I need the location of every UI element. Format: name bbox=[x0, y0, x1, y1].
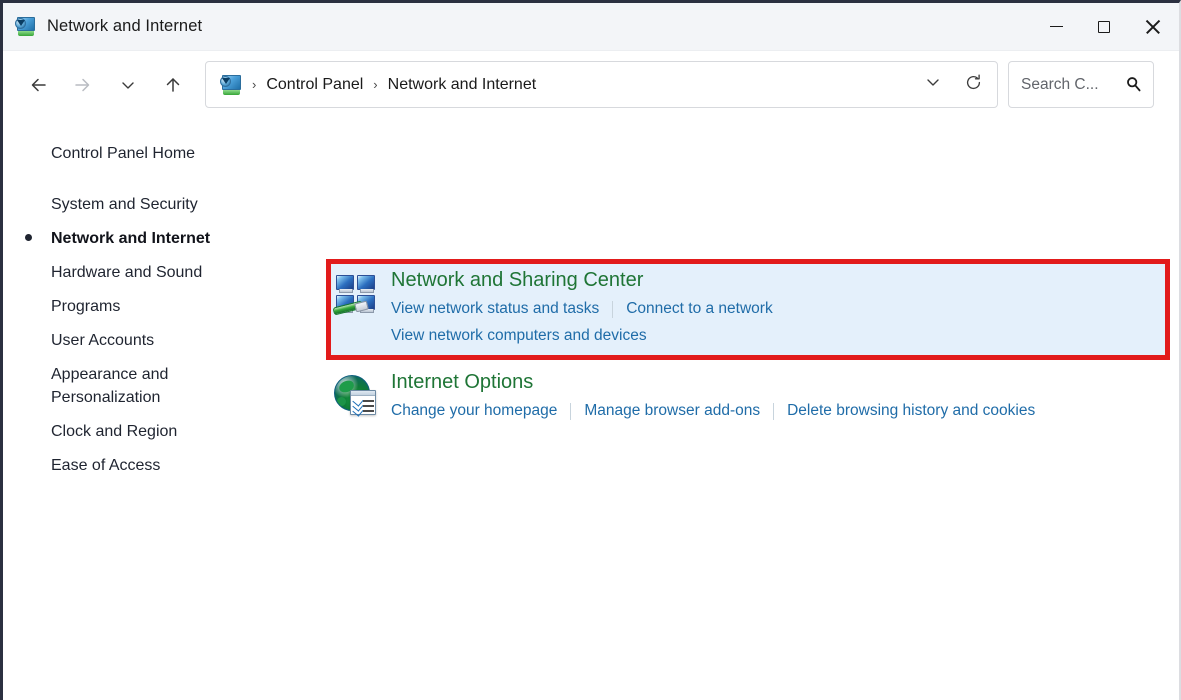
breadcrumb-item-control-panel[interactable]: Control Panel bbox=[262, 74, 367, 96]
search-box[interactable]: Search C... bbox=[1008, 61, 1154, 108]
recent-locations-button[interactable] bbox=[110, 67, 146, 103]
category-links-row: Change your homepage Manage browser add-… bbox=[391, 399, 1035, 423]
back-button[interactable] bbox=[21, 67, 57, 103]
refresh-icon bbox=[964, 73, 983, 97]
chevron-down-icon bbox=[924, 73, 942, 96]
breadcrumb: › Control Panel › Network and Internet bbox=[246, 74, 913, 96]
category-title-internet-options[interactable]: Internet Options bbox=[391, 371, 1035, 394]
breadcrumb-separator: › bbox=[367, 78, 383, 91]
search-input[interactable]: Search C... bbox=[1021, 76, 1124, 94]
internet-options-icon bbox=[333, 373, 379, 419]
network-internet-icon bbox=[15, 16, 37, 38]
sidebar: Control Panel Home System and Security N… bbox=[3, 118, 323, 700]
link-connect-to-a-network[interactable]: Connect to a network bbox=[626, 297, 772, 321]
title-bar: Network and Internet bbox=[3, 3, 1179, 51]
address-dropdown-button[interactable] bbox=[913, 63, 953, 106]
sidebar-item-clock-and-region[interactable]: Clock and Region bbox=[3, 415, 323, 449]
control-panel-icon bbox=[220, 74, 242, 95]
back-arrow-icon bbox=[28, 74, 50, 96]
category-internet-options: Internet Options Change your homepage Ma… bbox=[333, 370, 1035, 423]
sidebar-item-network-and-internet[interactable]: Network and Internet bbox=[3, 222, 323, 256]
breadcrumb-separator: › bbox=[246, 78, 262, 91]
category-links-row: View network computers and devices bbox=[391, 324, 773, 348]
window-controls bbox=[1033, 3, 1179, 50]
category-network-and-sharing-center: Network and Sharing Center View network … bbox=[333, 268, 773, 348]
navigation-toolbar: › Control Panel › Network and Internet bbox=[3, 51, 1179, 118]
sidebar-item-hardware-and-sound[interactable]: Hardware and Sound bbox=[3, 256, 323, 290]
sidebar-item-programs[interactable]: Programs bbox=[3, 290, 323, 324]
address-bar[interactable]: › Control Panel › Network and Internet bbox=[205, 61, 998, 108]
up-button[interactable] bbox=[155, 67, 191, 103]
minimize-button[interactable] bbox=[1033, 3, 1080, 50]
maximize-icon bbox=[1098, 21, 1110, 33]
address-bar-actions bbox=[913, 63, 993, 106]
link-separator bbox=[773, 403, 774, 420]
forward-button[interactable] bbox=[64, 67, 100, 103]
minimize-icon bbox=[1050, 26, 1063, 28]
close-button[interactable] bbox=[1127, 3, 1179, 50]
category-title-network-and-sharing-center[interactable]: Network and Sharing Center bbox=[391, 269, 773, 292]
category-links-row: View network status and tasks Connect to… bbox=[391, 297, 773, 321]
link-change-your-homepage[interactable]: Change your homepage bbox=[391, 399, 557, 423]
category-list: Network and Sharing Center View network … bbox=[323, 118, 1179, 700]
maximize-button[interactable] bbox=[1080, 3, 1127, 50]
content-area: Control Panel Home System and Security N… bbox=[3, 118, 1179, 700]
control-panel-window: Network and Internet bbox=[0, 0, 1181, 700]
search-icon[interactable] bbox=[1124, 75, 1143, 94]
link-separator bbox=[570, 403, 571, 420]
sidebar-item-ease-of-access[interactable]: Ease of Access bbox=[3, 449, 323, 483]
window-title: Network and Internet bbox=[47, 17, 202, 36]
link-separator bbox=[612, 301, 613, 318]
forward-arrow-icon bbox=[71, 74, 93, 96]
link-view-network-computers-and-devices[interactable]: View network computers and devices bbox=[391, 324, 647, 348]
link-delete-browsing-history-and-cookies[interactable]: Delete browsing history and cookies bbox=[787, 399, 1035, 423]
refresh-button[interactable] bbox=[953, 63, 993, 106]
sidebar-item-control-panel-home[interactable]: Control Panel Home bbox=[3, 137, 323, 171]
network-sharing-center-icon bbox=[333, 271, 379, 317]
sidebar-item-appearance-and-personalization[interactable]: Appearance and Personalization bbox=[3, 358, 323, 414]
link-manage-browser-add-ons[interactable]: Manage browser add-ons bbox=[584, 399, 760, 423]
link-view-network-status-and-tasks[interactable]: View network status and tasks bbox=[391, 297, 599, 321]
close-icon bbox=[1145, 19, 1161, 35]
sidebar-item-system-and-security[interactable]: System and Security bbox=[3, 188, 323, 222]
sidebar-item-user-accounts[interactable]: User Accounts bbox=[3, 324, 323, 358]
chevron-down-icon bbox=[119, 76, 137, 94]
breadcrumb-item-network-and-internet[interactable]: Network and Internet bbox=[384, 74, 541, 96]
up-arrow-icon bbox=[162, 74, 184, 96]
